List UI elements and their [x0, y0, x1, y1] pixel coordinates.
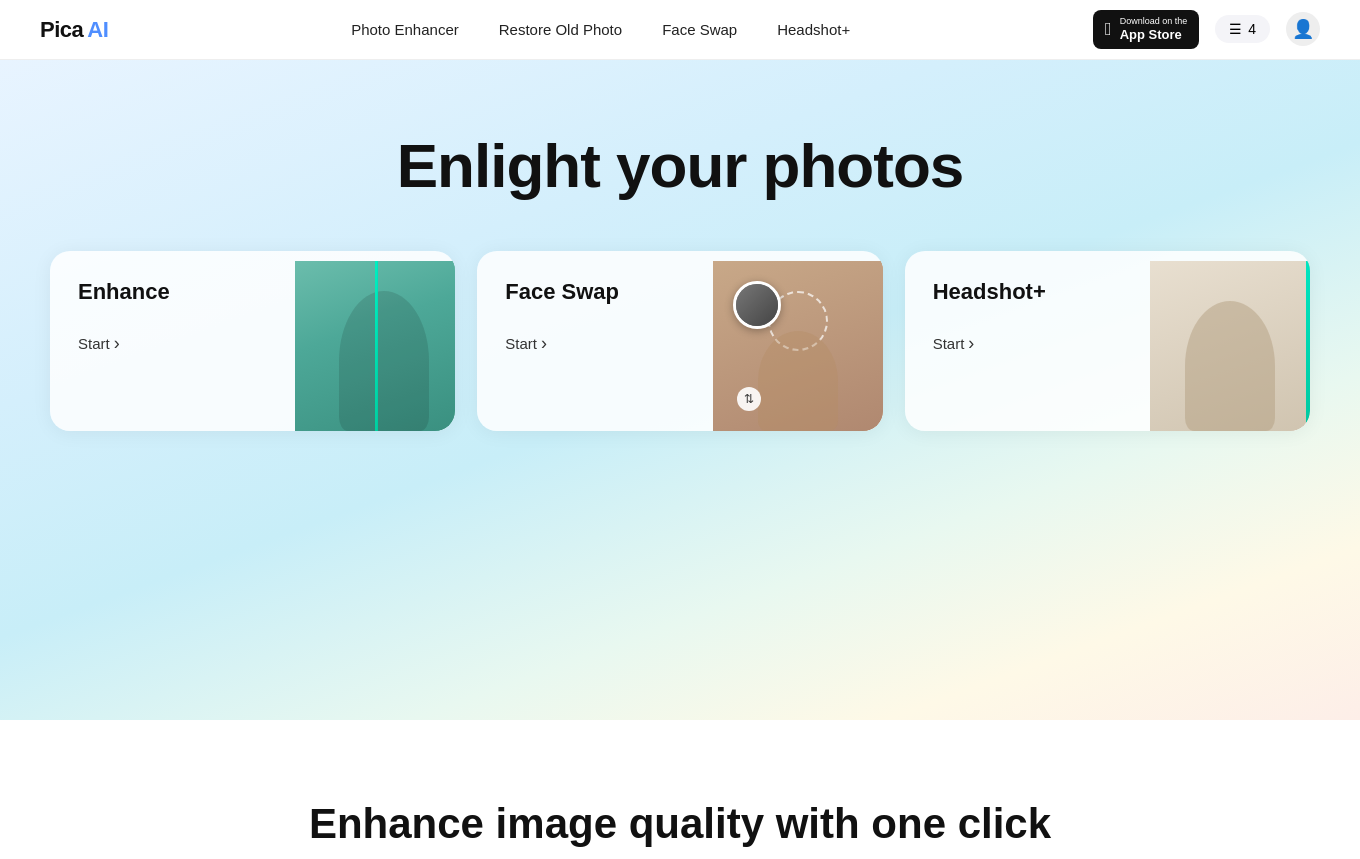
user-button[interactable]: 👤: [1286, 12, 1320, 46]
hero-title: Enlight your photos: [397, 130, 964, 201]
app-store-text: Download on the App Store: [1120, 16, 1188, 42]
person-silhouette: [339, 291, 429, 431]
credits-icon: ☰: [1229, 21, 1242, 37]
enhance-start-button[interactable]: Start: [78, 333, 120, 354]
face-swap-card-image: ⇅: [713, 261, 883, 431]
app-store-button[interactable]:  Download on the App Store: [1093, 10, 1199, 48]
swap-arrow-icon: ⇅: [737, 387, 761, 411]
headshot-img: [1150, 261, 1310, 431]
enhance-bg: [295, 261, 455, 431]
headshot-start-button[interactable]: Start: [933, 333, 975, 354]
headshot-card-image: [1150, 261, 1310, 431]
nav-right:  Download on the App Store ☰ 4 👤: [1093, 10, 1320, 48]
app-store-line2: App Store: [1120, 27, 1188, 43]
face-swap-start-button[interactable]: Start: [505, 333, 547, 354]
nav-headshot-plus[interactable]: Headshot+: [777, 21, 850, 38]
faceswap-person: [758, 331, 838, 431]
enhance-card-image: [295, 261, 455, 431]
apple-icon: : [1105, 19, 1112, 40]
face-swap-card: Face Swap Start: [477, 251, 882, 431]
headshot-highlight: [1306, 261, 1310, 431]
nav-photo-enhancer[interactable]: Photo Enhancer: [351, 21, 459, 38]
user-icon: 👤: [1292, 18, 1314, 40]
enhance-section: Enhance image quality with one click Ori…: [0, 720, 1360, 859]
nav-links: Photo Enhancer Restore Old Photo Face Sw…: [351, 21, 850, 38]
overlay-face-fill: [736, 284, 778, 326]
enhance-img-inner: [295, 261, 455, 431]
enhance-img: [295, 261, 455, 431]
headshot-person: [1185, 301, 1275, 431]
cards-row: Enhance Start Face: [50, 251, 1310, 431]
credits-button[interactable]: ☰ 4: [1215, 15, 1270, 43]
faceswap-img: ⇅: [713, 261, 883, 431]
split-line: [375, 261, 377, 431]
app-store-line1: Download on the: [1120, 16, 1188, 27]
nav-restore-old-photo[interactable]: Restore Old Photo: [499, 21, 622, 38]
enhance-card: Enhance Start: [50, 251, 455, 431]
navbar: Pica AI Photo Enhancer Restore Old Photo…: [0, 0, 1360, 60]
headshot-card: Headshot+ Start: [905, 251, 1310, 431]
hero-section: Enlight your photos Enhance Start: [0, 60, 1360, 720]
credits-count: 4: [1248, 21, 1256, 37]
section2-title: Enhance image quality with one click: [40, 800, 1320, 848]
logo[interactable]: Pica AI: [40, 17, 108, 43]
nav-face-swap[interactable]: Face Swap: [662, 21, 737, 38]
headshot-bg: [1150, 261, 1310, 431]
face-overlay: [733, 281, 781, 329]
